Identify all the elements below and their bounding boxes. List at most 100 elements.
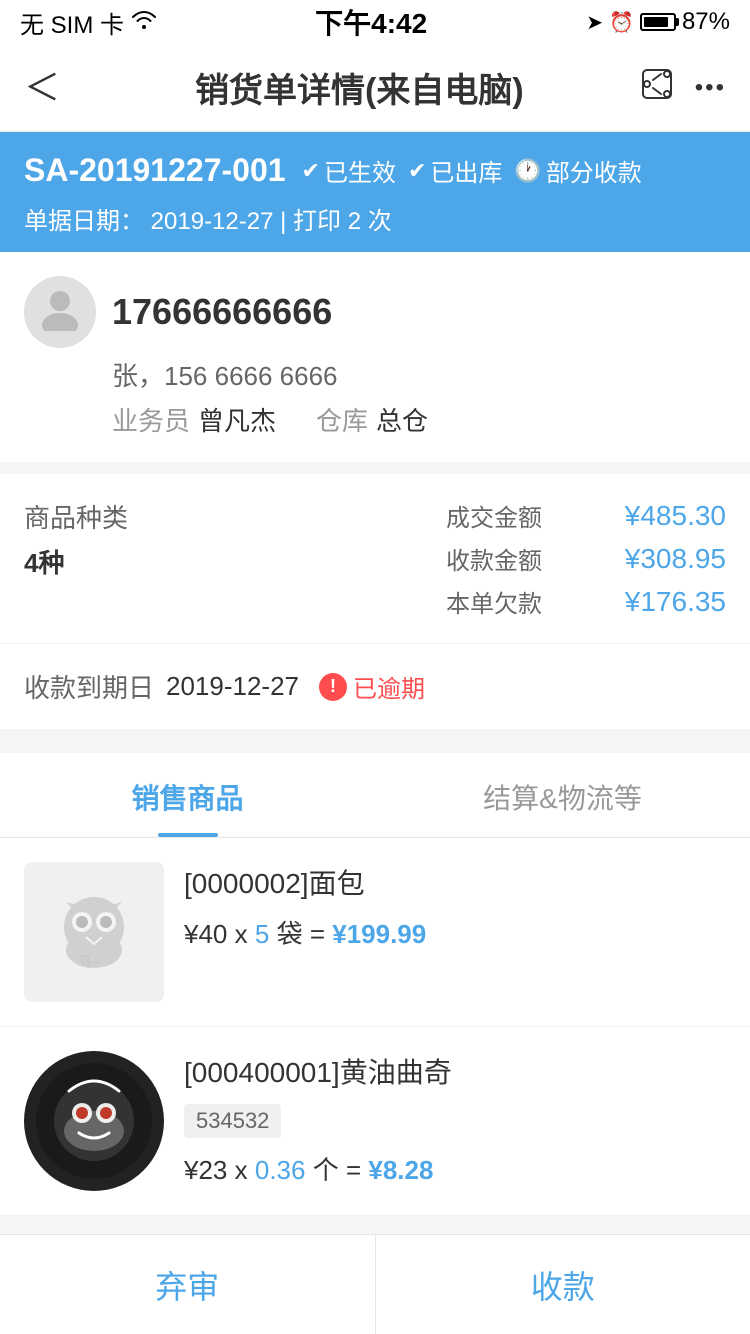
product-thumb-2 <box>24 1051 164 1191</box>
product-price-2: ¥23 <box>184 1155 227 1185</box>
battery-fill <box>644 17 668 27</box>
product-item-2: [000400001]黄油曲奇 534532 ¥23 x 0.36 个 = ¥8… <box>0 1027 750 1216</box>
received-amount-row: 收款金额 ¥308.95 <box>446 541 726 576</box>
section-divider-1 <box>0 462 750 474</box>
banner-order-row: SA-20191227-001 ✔ 已生效 ✔ 已出库 🕐 部分收款 <box>24 152 726 189</box>
owed-amount-value: ¥176.35 <box>625 586 726 618</box>
deal-amount-label: 成交金额 <box>446 498 542 533</box>
owed-amount-label: 本单欠款 <box>446 584 542 619</box>
status-badges: ✔ 已生效 ✔ 已出库 🕐 部分收款 <box>302 153 642 188</box>
due-date-section: 收款到期日 2019-12-27 ! 已逾期 <box>0 643 750 729</box>
bottom-action-bar: 弃审 收款 <box>0 1234 750 1334</box>
check-icon-2: ✔ <box>408 158 426 184</box>
svg-text:鸟+: 鸟+ <box>78 954 100 970</box>
price-multiply-1: x <box>235 919 255 949</box>
product-qty-1: 5 <box>255 919 269 949</box>
time-display: 下午4:42 <box>315 2 427 42</box>
customer-phone: 17666666666 <box>112 291 332 333</box>
salesperson-info: 业务员 曾凡杰 <box>112 401 276 438</box>
product-price-row-1: ¥40 x 5 袋 = ¥199.99 <box>184 914 726 951</box>
tabs-row: 销售商品 结算&物流等 <box>0 753 750 837</box>
overdue-badge: ! 已逾期 <box>319 669 425 704</box>
collect-payment-label: 收款 <box>531 1262 595 1308</box>
share-button[interactable] <box>639 66 675 110</box>
date-value: 2019-12-27 <box>151 208 274 235</box>
received-amount-label: 收款金额 <box>446 541 542 576</box>
customer-meta: 业务员 曾凡杰 仓库 总仓 <box>112 401 726 438</box>
product-sku-2: 534532 <box>184 1104 281 1138</box>
status-bar: 无 SIM 卡 下午4:42 ➤ ⏰ 87% <box>0 0 750 44</box>
due-date-value: 2019-12-27 <box>166 671 299 702</box>
stats-section: 商品种类 4种 成交金额 ¥485.30 收款金额 ¥308.95 本单欠款 ¥… <box>0 474 750 643</box>
price-equals-2: = <box>346 1155 368 1185</box>
carrier-text: 无 SIM 卡 <box>20 5 124 40</box>
customer-avatar <box>24 276 96 348</box>
order-header-banner: SA-20191227-001 ✔ 已生效 ✔ 已出库 🕐 部分收款 单据日期：… <box>0 132 750 252</box>
product-info-2: [000400001]黄油曲奇 534532 ¥23 x 0.36 个 = ¥8… <box>184 1051 726 1187</box>
print-label: | 打印 <box>280 208 341 235</box>
back-button[interactable]: ＜ <box>24 70 80 106</box>
financial-stats: 成交金额 ¥485.30 收款金额 ¥308.95 本单欠款 ¥176.35 <box>446 498 726 619</box>
product-total-1: ¥199.99 <box>332 919 426 949</box>
received-amount-value: ¥308.95 <box>625 543 726 575</box>
status-partial-payment: 🕐 部分收款 <box>514 153 641 188</box>
product-list: 鸟+ [0000002]面包 ¥40 x 5 袋 = ¥199.99 <box>0 838 750 1216</box>
print-unit: 次 <box>368 208 392 235</box>
deal-amount-value: ¥485.30 <box>625 500 726 532</box>
overdue-text: 已逾期 <box>353 669 425 704</box>
salesperson-label: 业务员 <box>112 401 190 438</box>
product-types-block: 商品种类 4种 <box>24 498 128 580</box>
page-title: 销货单详情(来自电脑) <box>80 63 639 112</box>
effective-label: 已生效 <box>324 153 396 188</box>
nav-bar: ＜ 销货单详情(来自电脑) ••• <box>0 44 750 132</box>
tab-settlement[interactable]: 结算&物流等 <box>375 753 750 837</box>
product-item-1: 鸟+ [0000002]面包 ¥40 x 5 袋 = ¥199.99 <box>0 838 750 1027</box>
status-shipped: ✔ 已出库 <box>408 153 502 188</box>
tab-sales-products[interactable]: 销售商品 <box>0 753 375 837</box>
nav-actions: ••• <box>639 66 726 110</box>
product-name-2: [000400001]黄油曲奇 <box>184 1051 726 1091</box>
product-price-1: ¥40 <box>184 919 227 949</box>
tabs-section: 销售商品 结算&物流等 <box>0 753 750 838</box>
customer-name-phone: 张，156 6666 6666 <box>112 356 726 393</box>
warehouse-info: 仓库 总仓 <box>316 401 428 438</box>
product-name-1: [0000002]面包 <box>184 862 726 902</box>
date-label: 单据日期： <box>24 208 144 235</box>
price-multiply-2: x <box>235 1155 255 1185</box>
customer-section: 17666666666 张，156 6666 6666 业务员 曾凡杰 仓库 总… <box>0 252 750 462</box>
alarm-icon: ⏰ <box>609 10 634 35</box>
owed-amount-row: 本单欠款 ¥176.35 <box>446 584 726 619</box>
collect-payment-button[interactable]: 收款 <box>376 1235 750 1334</box>
cancel-review-button[interactable]: 弃审 <box>0 1235 376 1334</box>
product-price-row-2: ¥23 x 0.36 个 = ¥8.28 <box>184 1150 726 1187</box>
partial-payment-label: 部分收款 <box>546 153 642 188</box>
price-equals-1: = <box>310 919 332 949</box>
more-button[interactable]: ••• <box>695 74 726 102</box>
order-date-row: 单据日期： 2019-12-27 | 打印 2 次 <box>24 201 726 236</box>
status-effective: ✔ 已生效 <box>302 153 396 188</box>
tab-sales-products-label: 销售商品 <box>131 783 243 814</box>
product-qty-2: 0.36 <box>255 1155 306 1185</box>
battery-percent: 87% <box>682 8 730 36</box>
battery-icon <box>640 13 676 31</box>
customer-header-row: 17666666666 <box>24 276 726 348</box>
due-date-label: 收款到期日 <box>24 668 154 705</box>
check-icon-1: ✔ <box>302 158 320 184</box>
product-unit-1: 袋 <box>277 919 303 949</box>
warehouse-value: 总仓 <box>376 401 428 438</box>
location-icon: ➤ <box>586 10 603 35</box>
product-unit-2: 个 <box>313 1155 339 1185</box>
deal-amount-row: 成交金额 ¥485.30 <box>446 498 726 533</box>
salesperson-value: 曾凡杰 <box>198 401 276 438</box>
product-types-value: 4种 <box>24 543 128 580</box>
section-divider-2 <box>0 729 750 741</box>
shipped-label: 已出库 <box>430 153 502 188</box>
overdue-warning-icon: ! <box>319 673 347 701</box>
product-total-2: ¥8.28 <box>368 1155 433 1185</box>
avatar-icon <box>36 283 84 341</box>
order-id: SA-20191227-001 <box>24 152 286 189</box>
warehouse-label: 仓库 <box>316 401 368 438</box>
product-types-label: 商品种类 <box>24 498 128 535</box>
product-info-1: [0000002]面包 ¥40 x 5 袋 = ¥199.99 <box>184 862 726 951</box>
status-left: 无 SIM 卡 <box>20 5 156 40</box>
